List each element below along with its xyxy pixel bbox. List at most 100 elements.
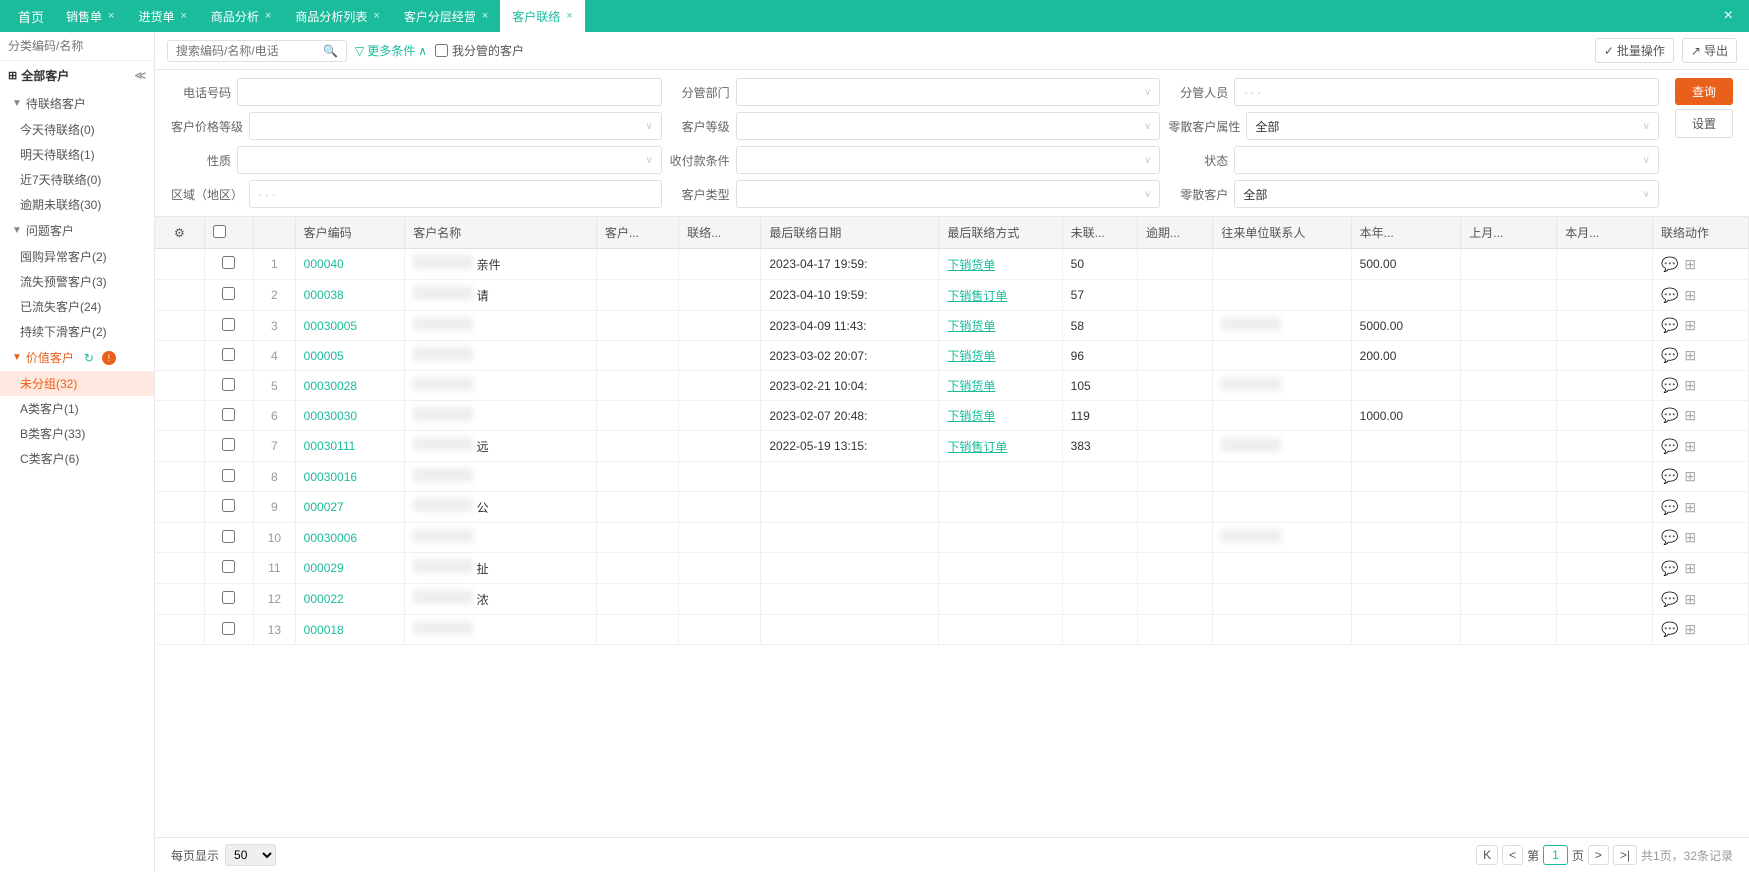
col-overdue[interactable]: 逾期...: [1137, 217, 1212, 249]
row-checkbox[interactable]: [222, 591, 235, 604]
grid-action-icon[interactable]: ⊞: [1684, 256, 1696, 273]
row-code[interactable]: 00030028: [295, 371, 405, 401]
row-checkbox[interactable]: [222, 408, 235, 421]
row-last-method[interactable]: 下销售订单: [939, 431, 1062, 462]
row-checkbox-cell[interactable]: [204, 584, 253, 615]
col-type[interactable]: 客户...: [596, 217, 678, 249]
last-page-button[interactable]: >|: [1613, 845, 1637, 865]
chat-icon[interactable]: 💬: [1661, 591, 1678, 608]
sidebar-item-today[interactable]: 今天待联络(0): [0, 117, 154, 142]
row-code[interactable]: 000027: [295, 492, 405, 523]
grid-action-icon[interactable]: ⊞: [1684, 287, 1696, 304]
sidebar-group-pending-contact[interactable]: ▼ 待联络客户: [0, 90, 154, 117]
chat-icon[interactable]: 💬: [1661, 560, 1678, 577]
row-last-method[interactable]: 下销货单: [939, 371, 1062, 401]
row-code[interactable]: 000022: [295, 584, 405, 615]
row-checkbox-cell[interactable]: [204, 462, 253, 492]
nav-tab-sales[interactable]: 销售单 ×: [54, 0, 126, 32]
row-checkbox-cell[interactable]: [204, 492, 253, 523]
row-checkbox-cell[interactable]: [204, 341, 253, 371]
sidebar-item-abnormal-hoard[interactable]: 囤购异常客户(2): [0, 244, 154, 269]
row-checkbox[interactable]: [222, 530, 235, 543]
chat-icon[interactable]: 💬: [1661, 407, 1678, 424]
grid-action-icon[interactable]: ⊞: [1684, 621, 1696, 638]
customer-level-select[interactable]: ∨: [736, 112, 1161, 140]
grid-action-icon[interactable]: ⊞: [1684, 468, 1696, 485]
region-input[interactable]: ···: [249, 180, 662, 208]
row-checkbox[interactable]: [222, 256, 235, 269]
col-this-month[interactable]: 本月...: [1557, 217, 1653, 249]
dept-select[interactable]: ∨: [736, 78, 1161, 106]
sidebar-item-tomorrow[interactable]: 明天待联络(1): [0, 142, 154, 167]
search-input[interactable]: [176, 44, 319, 58]
row-checkbox-cell[interactable]: [204, 553, 253, 584]
row-last-method[interactable]: 下销货单: [939, 249, 1062, 280]
reset-button[interactable]: 设置: [1675, 109, 1733, 138]
nav-tab-customer-mgmt[interactable]: 客户分层经营 ×: [392, 0, 500, 32]
chat-icon[interactable]: 💬: [1661, 438, 1678, 455]
close-tab-analysis-icon[interactable]: ×: [265, 10, 271, 22]
chat-icon[interactable]: 💬: [1661, 468, 1678, 485]
close-tab-analysis-list-icon[interactable]: ×: [373, 10, 379, 22]
row-checkbox[interactable]: [222, 560, 235, 573]
chat-icon[interactable]: 💬: [1661, 499, 1678, 516]
row-checkbox-cell[interactable]: [204, 280, 253, 311]
col-company-contact[interactable]: 往来单位联系人: [1213, 217, 1351, 249]
row-checkbox-cell[interactable]: [204, 431, 253, 462]
chat-icon[interactable]: 💬: [1661, 317, 1678, 334]
sidebar-item-declining[interactable]: 持续下滑客户(2): [0, 319, 154, 344]
sidebar-group-value-customers[interactable]: ▼ 价值客户 ↻ !: [0, 344, 154, 371]
row-code[interactable]: 00030016: [295, 462, 405, 492]
nav-home[interactable]: 首页: [8, 0, 54, 32]
sidebar-item-class-c[interactable]: C类客户(6): [0, 446, 154, 471]
row-code[interactable]: 000005: [295, 341, 405, 371]
col-last-date[interactable]: 最后联络日期: [761, 217, 939, 249]
close-tab-sales-icon[interactable]: ×: [108, 10, 114, 22]
all-customers-header[interactable]: ⊞ 全部客户 ≪: [0, 61, 154, 90]
row-last-method[interactable]: 下销货单: [939, 311, 1062, 341]
row-checkbox-cell[interactable]: [204, 249, 253, 280]
row-code[interactable]: 000040: [295, 249, 405, 280]
col-contact[interactable]: 联络...: [679, 217, 761, 249]
row-code[interactable]: 00030005: [295, 311, 405, 341]
window-close-button[interactable]: ×: [1716, 7, 1741, 25]
row-checkbox[interactable]: [222, 499, 235, 512]
row-checkbox-cell[interactable]: [204, 311, 253, 341]
grid-action-icon[interactable]: ⊞: [1684, 529, 1696, 546]
sidebar-search-input[interactable]: [8, 39, 155, 53]
grid-action-icon[interactable]: ⊞: [1684, 377, 1696, 394]
col-last-method[interactable]: 最后联络方式: [939, 217, 1062, 249]
sidebar-item-class-b[interactable]: B类客户(33): [0, 421, 154, 446]
close-tab-purchase-icon[interactable]: ×: [180, 10, 186, 22]
retail-customer-select[interactable]: 全部 ∨: [1234, 180, 1659, 208]
status-select[interactable]: ∨: [1234, 146, 1659, 174]
manager-input[interactable]: ···: [1234, 78, 1659, 106]
refresh-icon[interactable]: ↻: [82, 351, 96, 365]
col-name[interactable]: 客户名称: [405, 217, 597, 249]
row-code[interactable]: 00030006: [295, 523, 405, 553]
row-checkbox-cell[interactable]: [204, 615, 253, 645]
row-checkbox-cell[interactable]: [204, 371, 253, 401]
row-checkbox[interactable]: [222, 622, 235, 635]
col-code[interactable]: 客户编码: [295, 217, 405, 249]
row-checkbox[interactable]: [222, 287, 235, 300]
grid-action-icon[interactable]: ⊞: [1684, 499, 1696, 516]
col-last-month[interactable]: 上月...: [1461, 217, 1557, 249]
close-tab-customer-contact-icon[interactable]: ×: [566, 10, 572, 22]
payment-select[interactable]: ∨: [736, 146, 1161, 174]
col-this-year[interactable]: 本年...: [1351, 217, 1461, 249]
search-bar[interactable]: 🔍: [167, 40, 347, 62]
nature-select[interactable]: ∨: [237, 146, 662, 174]
nav-tab-purchase[interactable]: 进货单 ×: [126, 0, 198, 32]
chat-icon[interactable]: 💬: [1661, 256, 1678, 273]
chat-icon[interactable]: 💬: [1661, 529, 1678, 546]
nav-tab-customer-contact[interactable]: 客户联络 ×: [500, 0, 584, 32]
row-code[interactable]: 000029: [295, 553, 405, 584]
row-code[interactable]: 00030111: [295, 431, 405, 462]
chat-icon[interactable]: 💬: [1661, 377, 1678, 394]
grid-action-icon[interactable]: ⊞: [1684, 317, 1696, 334]
grid-action-icon[interactable]: ⊞: [1684, 560, 1696, 577]
row-checkbox[interactable]: [222, 348, 235, 361]
phone-input[interactable]: [237, 78, 662, 106]
sidebar-item-lost[interactable]: 已流失客户(24): [0, 294, 154, 319]
